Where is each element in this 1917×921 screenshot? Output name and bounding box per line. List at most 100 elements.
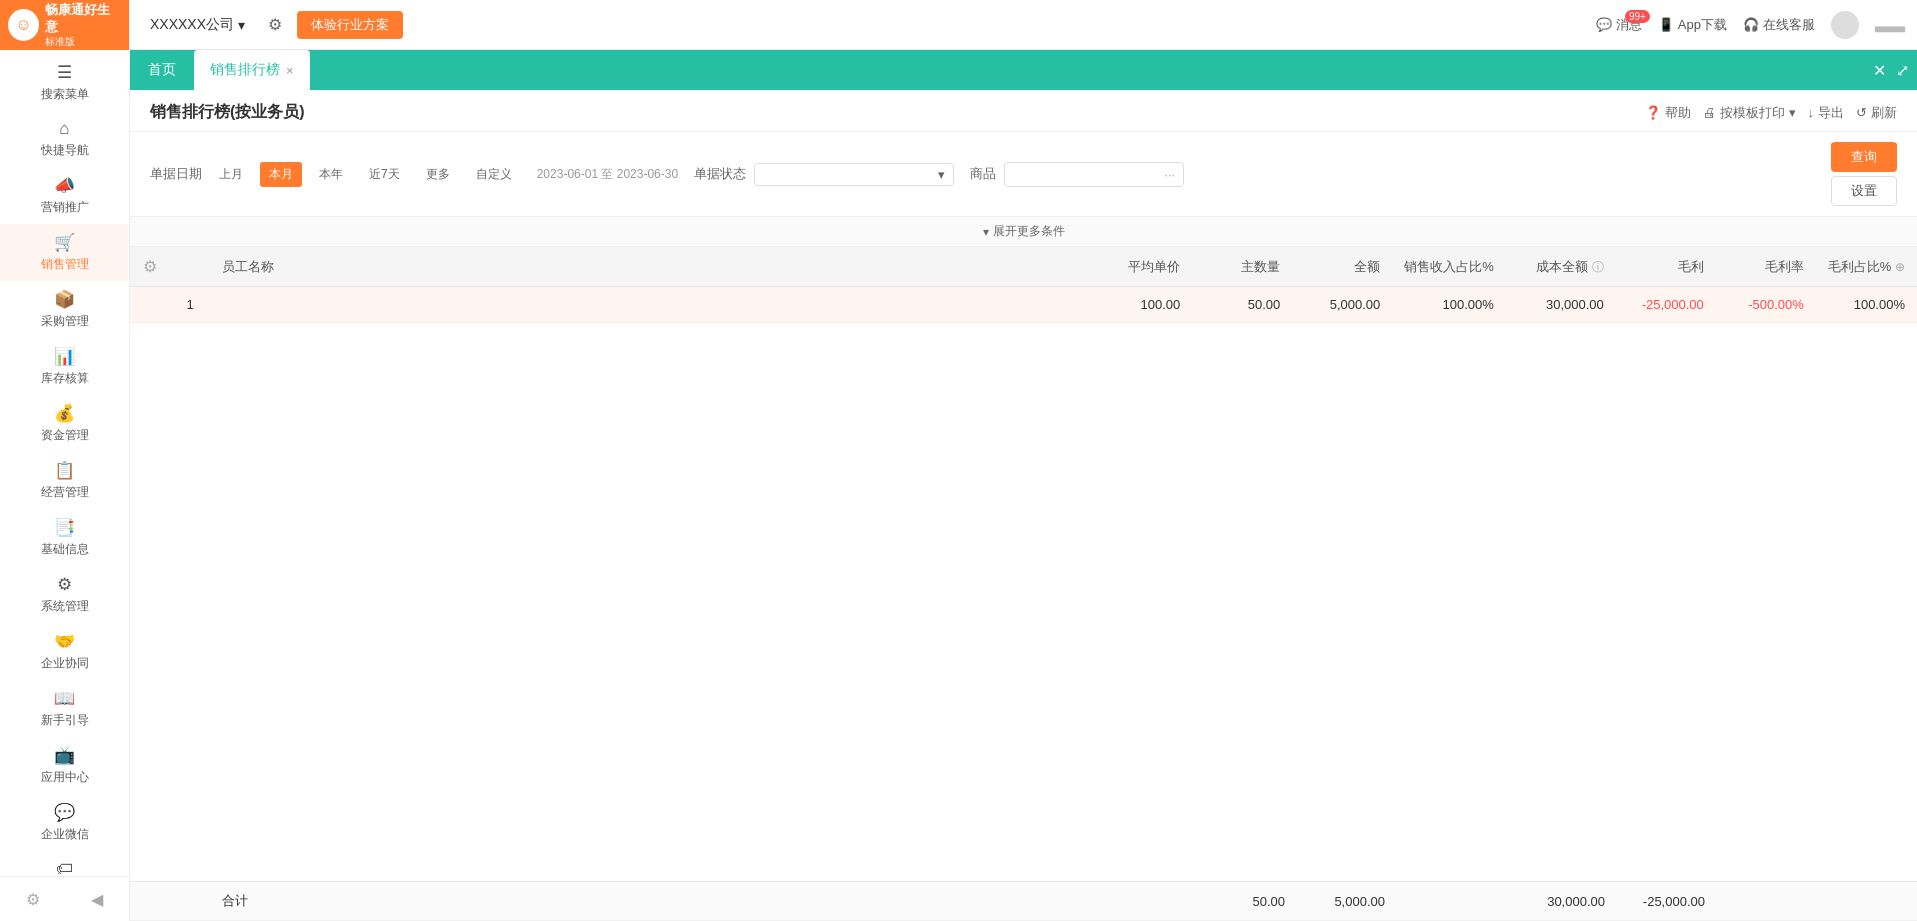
- sidebar-label-0: 搜索菜单: [41, 86, 89, 103]
- help-icon: ❓: [1645, 105, 1661, 120]
- sidebar-item-13[interactable]: 💬 企业微信: [0, 794, 129, 851]
- sidebar-item-7[interactable]: 📋 经营管理: [0, 452, 129, 509]
- sidebar-nav: ☰ 搜索菜单 ⌂ 快捷导航 📣 营销推广 🛒 销售管理 📦 采购管理 📊 库存核…: [0, 50, 129, 876]
- col-header-settings[interactable]: ⚙: [130, 247, 170, 287]
- date-range-text: 2023-06-01 至 2023-06-30: [537, 166, 678, 183]
- goods-more-icon: ···: [1164, 167, 1175, 182]
- sidebar-icon-2: 📣: [54, 175, 75, 196]
- sidebar-icon-0: ☰: [57, 62, 72, 83]
- sidebar-icon-6: 💰: [54, 403, 75, 424]
- sidebar-item-5[interactable]: 📊 库存核算: [0, 338, 129, 395]
- col-header-gross-rate: 毛利率: [1716, 247, 1816, 287]
- sidebar-icon-7: 📋: [54, 460, 75, 481]
- status-filter-group: 单据状态 ▾: [694, 163, 954, 186]
- tabbar-close-icon[interactable]: ✕: [1873, 61, 1886, 80]
- row-index: 1: [170, 287, 210, 323]
- sidebar-item-0[interactable]: ☰ 搜索菜单: [0, 54, 129, 111]
- sidebar-item-1[interactable]: ⌂ 快捷导航: [0, 111, 129, 167]
- tab-sales-ranking[interactable]: 销售排行榜 ×: [194, 50, 310, 90]
- sidebar-label-4: 采购管理: [41, 313, 89, 330]
- col-header-cost: 成本全额 ⓘ: [1506, 247, 1616, 287]
- content: 销售排行榜(按业务员) ❓ 帮助 🖨 按模板打印 ▾ ↓ 导出: [130, 90, 1917, 921]
- help-button[interactable]: ❓ 帮助: [1645, 104, 1691, 122]
- sidebar-icon-11: 📖: [54, 688, 75, 709]
- sidebar: ☺ 畅康通好生意 标准版 ☰ 搜索菜单 ⌂ 快捷导航 📣 营销推广 🛒 销售管理…: [0, 0, 130, 921]
- date-btn-this-year[interactable]: 本年: [310, 162, 352, 187]
- sidebar-label-6: 资金管理: [41, 427, 89, 444]
- date-btn-7days[interactable]: 近7天: [360, 162, 409, 187]
- date-btn-this-month[interactable]: 本月: [260, 162, 302, 187]
- filter-bar: 单据日期 上月 本月 本年 近7天 更多 自定义 2023-06-01 至 20…: [130, 132, 1917, 217]
- table-row: 1 100.00 50.00 5,000.00 100.00% 30,000.0…: [130, 287, 1917, 323]
- avatar[interactable]: [1831, 11, 1859, 39]
- status-filter-label: 单据状态: [694, 165, 746, 183]
- company-name: XXXXXX公司: [150, 16, 234, 34]
- sidebar-item-10[interactable]: 🤝 企业协同: [0, 623, 129, 680]
- date-btn-custom[interactable]: 自定义: [467, 162, 521, 187]
- sidebar-item-12[interactable]: 📺 应用中心: [0, 737, 129, 794]
- col-settings-gear-icon[interactable]: ⚙: [143, 258, 157, 275]
- tab-home[interactable]: 首页: [130, 50, 194, 90]
- tabbar: 首页 销售排行榜 × ✕ ⤢: [130, 50, 1917, 90]
- query-button[interactable]: 查询: [1831, 142, 1897, 172]
- sidebar-item-4[interactable]: 📦 采购管理: [0, 281, 129, 338]
- sidebar-item-8[interactable]: 📑 基础信息: [0, 509, 129, 566]
- row-gross: -25,000.00: [1616, 287, 1716, 323]
- col-header-qty: 主数量: [1192, 247, 1292, 287]
- service-label: 在线客服: [1763, 16, 1815, 34]
- sidebar-label-5: 库存核算: [41, 370, 89, 387]
- date-btn-last-month[interactable]: 上月: [210, 162, 252, 187]
- sidebar-label-7: 经营管理: [41, 484, 89, 501]
- footer-row: 合计 50.00 5,000.00 30,000.00 -25,000.00: [130, 882, 1917, 921]
- footer-table: 合计 50.00 5,000.00 30,000.00 -25,000.00: [130, 882, 1917, 921]
- table-header-row: ⚙ 员工名称 平均单价 主数量 全额 销售收入占比% 成本全额 ⓘ 毛利 毛利率…: [130, 247, 1917, 287]
- experience-button[interactable]: 体验行业方案: [297, 11, 403, 39]
- date-btn-more[interactable]: 更多: [417, 162, 459, 187]
- status-select-chevron-icon: ▾: [938, 167, 945, 182]
- message-button[interactable]: 💬 消息 99+: [1596, 16, 1642, 34]
- tab-close-icon[interactable]: ×: [286, 63, 294, 78]
- company-selector[interactable]: XXXXXX公司 ▾: [142, 12, 253, 38]
- sidebar-label-1: 快捷导航: [41, 142, 89, 159]
- col-header-name: 员工名称: [210, 247, 1092, 287]
- row-qty: 50.00: [1192, 287, 1292, 323]
- sidebar-item-6[interactable]: 💰 资金管理: [0, 395, 129, 452]
- export-icon: ↓: [1808, 105, 1815, 120]
- sidebar-item-9[interactable]: ⚙ 系统管理: [0, 566, 129, 623]
- expand-more-button[interactable]: ▾ 展开更多条件: [983, 223, 1065, 240]
- status-select[interactable]: ▾: [754, 163, 954, 186]
- page-title: 销售排行榜(按业务员): [150, 102, 305, 123]
- tabbar-restore-icon[interactable]: ⤢: [1896, 61, 1909, 80]
- app-download-button[interactable]: 📱 App下载: [1658, 16, 1727, 34]
- topbar-settings-icon[interactable]: ⚙: [261, 11, 289, 39]
- sidebar-item-3[interactable]: 🛒 销售管理: [0, 224, 129, 281]
- sidebar-logo: ☺ 畅康通好生意 标准版: [0, 0, 129, 50]
- sidebar-collapse-icon[interactable]: ◀: [91, 890, 103, 909]
- sidebar-icon-5: 📊: [54, 346, 75, 367]
- print-dropdown-icon: ▾: [1789, 105, 1796, 120]
- grosspct-info-icon: ⊕: [1895, 260, 1905, 274]
- print-button[interactable]: 🖨 按模板打印 ▾: [1703, 104, 1796, 122]
- app-label: App下载: [1678, 16, 1727, 34]
- col-header-index: [170, 247, 210, 287]
- settings-button[interactable]: 设置: [1831, 176, 1897, 206]
- row-settings: [130, 287, 170, 323]
- sidebar-item-14[interactable]: 🏷 畅会员: [0, 851, 129, 876]
- topbar: XXXXXX公司 ▾ ⚙ 体验行业方案 💬 消息 99+ 📱 App下载 🎧 在…: [130, 0, 1917, 50]
- footer-gross: -25,000.00: [1617, 882, 1717, 921]
- page-actions: ❓ 帮助 🖨 按模板打印 ▾ ↓ 导出 ↺ 刷新: [1645, 104, 1898, 122]
- goods-input[interactable]: ···: [1004, 162, 1184, 187]
- col-header-gross-pct: 毛利占比% ⊕: [1816, 247, 1917, 287]
- sidebar-icon-3: 🛒: [54, 232, 75, 253]
- sidebar-settings-icon[interactable]: ⚙: [26, 890, 40, 909]
- refresh-button[interactable]: ↺ 刷新: [1856, 104, 1897, 122]
- col-header-avg-price: 平均单价: [1092, 247, 1192, 287]
- sidebar-icon-13: 💬: [54, 802, 75, 823]
- app-icon: 📱: [1658, 17, 1674, 32]
- online-service-button[interactable]: 🎧 在线客服: [1743, 16, 1815, 34]
- sidebar-item-2[interactable]: 📣 营销推广: [0, 167, 129, 224]
- sidebar-item-11[interactable]: 📖 新手引导: [0, 680, 129, 737]
- footer-cost: 30,000.00: [1507, 882, 1617, 921]
- export-button[interactable]: ↓ 导出: [1808, 104, 1845, 122]
- logo-text: 畅康通好生意 标准版: [45, 2, 121, 49]
